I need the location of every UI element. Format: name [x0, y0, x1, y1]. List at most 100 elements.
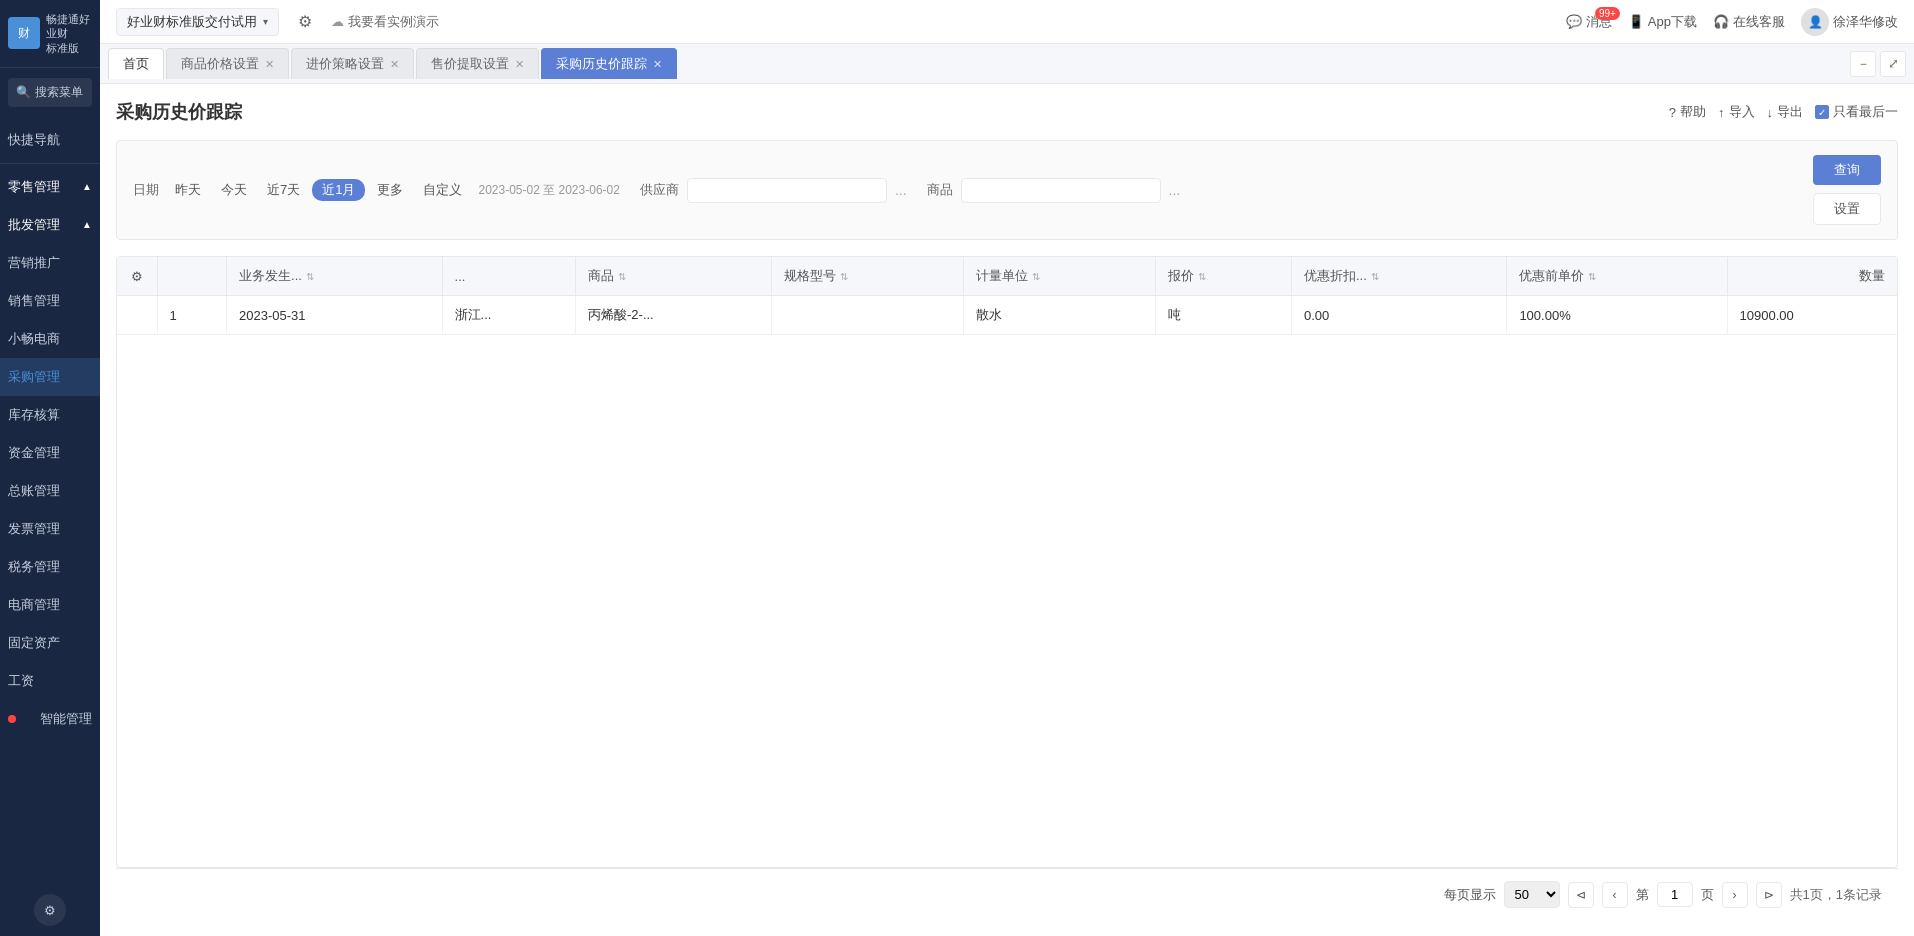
discount-sort-header[interactable]: 优惠折扣... ⇅	[1304, 267, 1494, 285]
date-options: 昨天 今天 近7天 近1月 更多 自定义	[167, 179, 470, 201]
tab-sale-price[interactable]: 售价提取设置 ✕	[416, 48, 539, 79]
sidebar-item-general-ledger[interactable]: 总账管理	[0, 472, 100, 510]
date-opt-yesterday[interactable]: 昨天	[167, 179, 209, 201]
filter-settings-button[interactable]: 设置	[1813, 193, 1881, 225]
sidebar-settings-icon[interactable]: ⚙	[34, 894, 66, 926]
tabbar: 首页 商品价格设置 ✕ 进价策略设置 ✕ 售价提取设置 ✕ 采购历史价跟踪 ✕ …	[100, 44, 1914, 84]
sidebar-item-finance[interactable]: 资金管理	[0, 434, 100, 472]
online-service-button[interactable]: 🎧 在线客服	[1713, 13, 1785, 31]
table-col-price[interactable]: 报价 ⇅	[1155, 257, 1291, 296]
row-quoted-price-cell: 0.00	[1291, 296, 1506, 335]
tab-purchase-strategy[interactable]: 进价策略设置 ✕	[291, 48, 414, 79]
search-menu-button[interactable]: 🔍 搜索菜单	[8, 78, 92, 107]
unit-sort-header[interactable]: 计量单位 ⇅	[976, 267, 1143, 285]
spec-sort-header[interactable]: 规格型号 ⇅	[784, 267, 951, 285]
row-date-cell: 2023-05-31	[227, 296, 442, 335]
sidebar-item-retail[interactable]: 零售管理 ▲	[0, 168, 100, 206]
sidebar-item-wholesale[interactable]: 批发管理 ▲	[0, 206, 100, 244]
help-button[interactable]: ? 帮助	[1669, 103, 1706, 121]
filter-area: 日期 昨天 今天 近7天 近1月 更多 自定义 2023-05-02 至 202…	[116, 140, 1898, 240]
import-button[interactable]: ↑ 导入	[1718, 103, 1755, 121]
demo-button[interactable]: ☁ 我要看实例演示	[331, 13, 439, 31]
table-col-unit[interactable]: 计量单位 ⇅	[963, 257, 1155, 296]
gear-icon: ⚙	[131, 269, 143, 284]
prev-page-button[interactable]: ‹	[1602, 882, 1628, 908]
date-opt-last7[interactable]: 近7天	[259, 179, 308, 201]
export-button[interactable]: ↓ 导出	[1767, 103, 1804, 121]
pre-discount-sort-header[interactable]: 优惠前单价 ⇅	[1519, 267, 1714, 285]
goods-filter-label: 商品	[927, 181, 953, 199]
only-last-checkbox[interactable]: ✓ 只看最后一	[1815, 103, 1898, 121]
topbar-settings-button[interactable]: ⚙	[291, 8, 319, 36]
import-icon: ↑	[1718, 105, 1725, 120]
page-number-input[interactable]	[1657, 882, 1693, 907]
table-col-date[interactable]: 业务发生... ⇅	[227, 257, 442, 296]
sidebar-item-tax[interactable]: 税务管理	[0, 548, 100, 586]
next-page-button[interactable]: ›	[1722, 882, 1748, 908]
per-page-select[interactable]: 50 100 200	[1504, 881, 1560, 908]
sidebar-item-smart[interactable]: 智能管理	[0, 700, 100, 738]
sidebar-item-purchase[interactable]: 采购管理	[0, 358, 100, 396]
row-price-unit-cell: 吨	[1155, 296, 1291, 335]
date-sort-header[interactable]: 业务发生... ⇅	[239, 267, 429, 285]
purchase-label: 采购管理	[8, 368, 60, 386]
goods-sort-header[interactable]: 商品 ⇅	[588, 267, 759, 285]
sidebar-item-ecommerce[interactable]: 电商管理	[0, 586, 100, 624]
supplier-input[interactable]	[687, 178, 887, 203]
message-icon: 💬	[1566, 14, 1582, 29]
tab-sale-price-close-icon[interactable]: ✕	[515, 58, 524, 71]
sidebar-item-payroll[interactable]: 工资	[0, 662, 100, 700]
table-row: 1 2023-05-31 浙江... 丙烯酸-2-... 散水 吨 0.00 1…	[117, 296, 1897, 335]
tab-price[interactable]: 商品价格设置 ✕	[166, 48, 289, 79]
inventory-label: 库存核算	[8, 406, 60, 424]
goods-more-icon[interactable]: ...	[1169, 182, 1181, 198]
table-col-gear[interactable]: ⚙	[117, 257, 157, 296]
goods-input[interactable]	[961, 178, 1161, 203]
sidebar-item-inventory[interactable]: 库存核算	[0, 396, 100, 434]
panel-controls: － ⤢	[1850, 51, 1906, 77]
last-page-button[interactable]: ⊳	[1756, 882, 1782, 908]
price-sort-header[interactable]: 报价 ⇅	[1168, 267, 1279, 285]
user-menu-button[interactable]: 👤 徐泽华修改	[1801, 8, 1898, 36]
tab-home[interactable]: 首页	[108, 48, 164, 79]
app-download-button[interactable]: 📱 App下载	[1628, 13, 1697, 31]
table-col-more[interactable]: ...	[442, 257, 575, 296]
sidebar-item-marketing[interactable]: 营销推广	[0, 244, 100, 282]
panel-minimize-button[interactable]: －	[1850, 51, 1876, 77]
spec-col-label: 规格型号	[784, 267, 836, 285]
date-opt-custom[interactable]: 自定义	[415, 179, 470, 201]
tab-price-close-icon[interactable]: ✕	[265, 58, 274, 71]
date-opt-more[interactable]: 更多	[369, 179, 411, 201]
sidebar-item-fixed-assets[interactable]: 固定资产	[0, 624, 100, 662]
sidebar-item-ecommerce-small[interactable]: 小畅电商	[0, 320, 100, 358]
sidebar-item-sales[interactable]: 销售管理	[0, 282, 100, 320]
wholesale-arrow: ▲	[82, 219, 92, 230]
tab-purchase-strategy-close-icon[interactable]: ✕	[390, 58, 399, 71]
sidebar-item-invoice[interactable]: 发票管理	[0, 510, 100, 548]
panel-expand-button[interactable]: ⤢	[1880, 51, 1906, 77]
message-button[interactable]: 💬 消息 99+	[1566, 13, 1612, 31]
invoice-label: 发票管理	[8, 520, 60, 538]
date-opt-last1month[interactable]: 近1月	[312, 179, 365, 201]
tab-purchase-history-label: 采购历史价跟踪	[556, 55, 647, 73]
finance-label: 资金管理	[8, 444, 60, 462]
topbar: 好业财标准版交付试用 ▾ ⚙ ☁ 我要看实例演示 💬 消息 99+ 📱 App下…	[100, 0, 1914, 44]
tab-purchase-history-close-icon[interactable]: ✕	[653, 58, 662, 71]
query-button[interactable]: 查询	[1813, 155, 1881, 185]
first-page-button[interactable]: ⊲	[1568, 882, 1594, 908]
date-filter-label: 日期	[133, 181, 159, 199]
table-col-spec[interactable]: 规格型号 ⇅	[771, 257, 963, 296]
table-col-discount[interactable]: 优惠折扣... ⇅	[1291, 257, 1506, 296]
filter-row: 日期 昨天 今天 近7天 近1月 更多 自定义 2023-05-02 至 202…	[133, 155, 1881, 225]
supplier-more-icon[interactable]: ...	[895, 182, 907, 198]
chevron-down-icon: ▾	[263, 16, 268, 27]
table-col-goods[interactable]: 商品 ⇅	[576, 257, 772, 296]
table-col-pre-discount-price[interactable]: 优惠前单价 ⇅	[1507, 257, 1727, 296]
price-sort-icon: ⇅	[1198, 271, 1206, 282]
date-opt-today[interactable]: 今天	[213, 179, 255, 201]
version-selector[interactable]: 好业财标准版交付试用 ▾	[116, 8, 279, 36]
per-page-label: 每页显示	[1444, 886, 1496, 904]
tab-purchase-history[interactable]: 采购历史价跟踪 ✕	[541, 48, 677, 79]
quick-nav-label: 快捷导航	[8, 131, 60, 149]
sidebar-item-quick-nav[interactable]: 快捷导航	[0, 121, 100, 159]
